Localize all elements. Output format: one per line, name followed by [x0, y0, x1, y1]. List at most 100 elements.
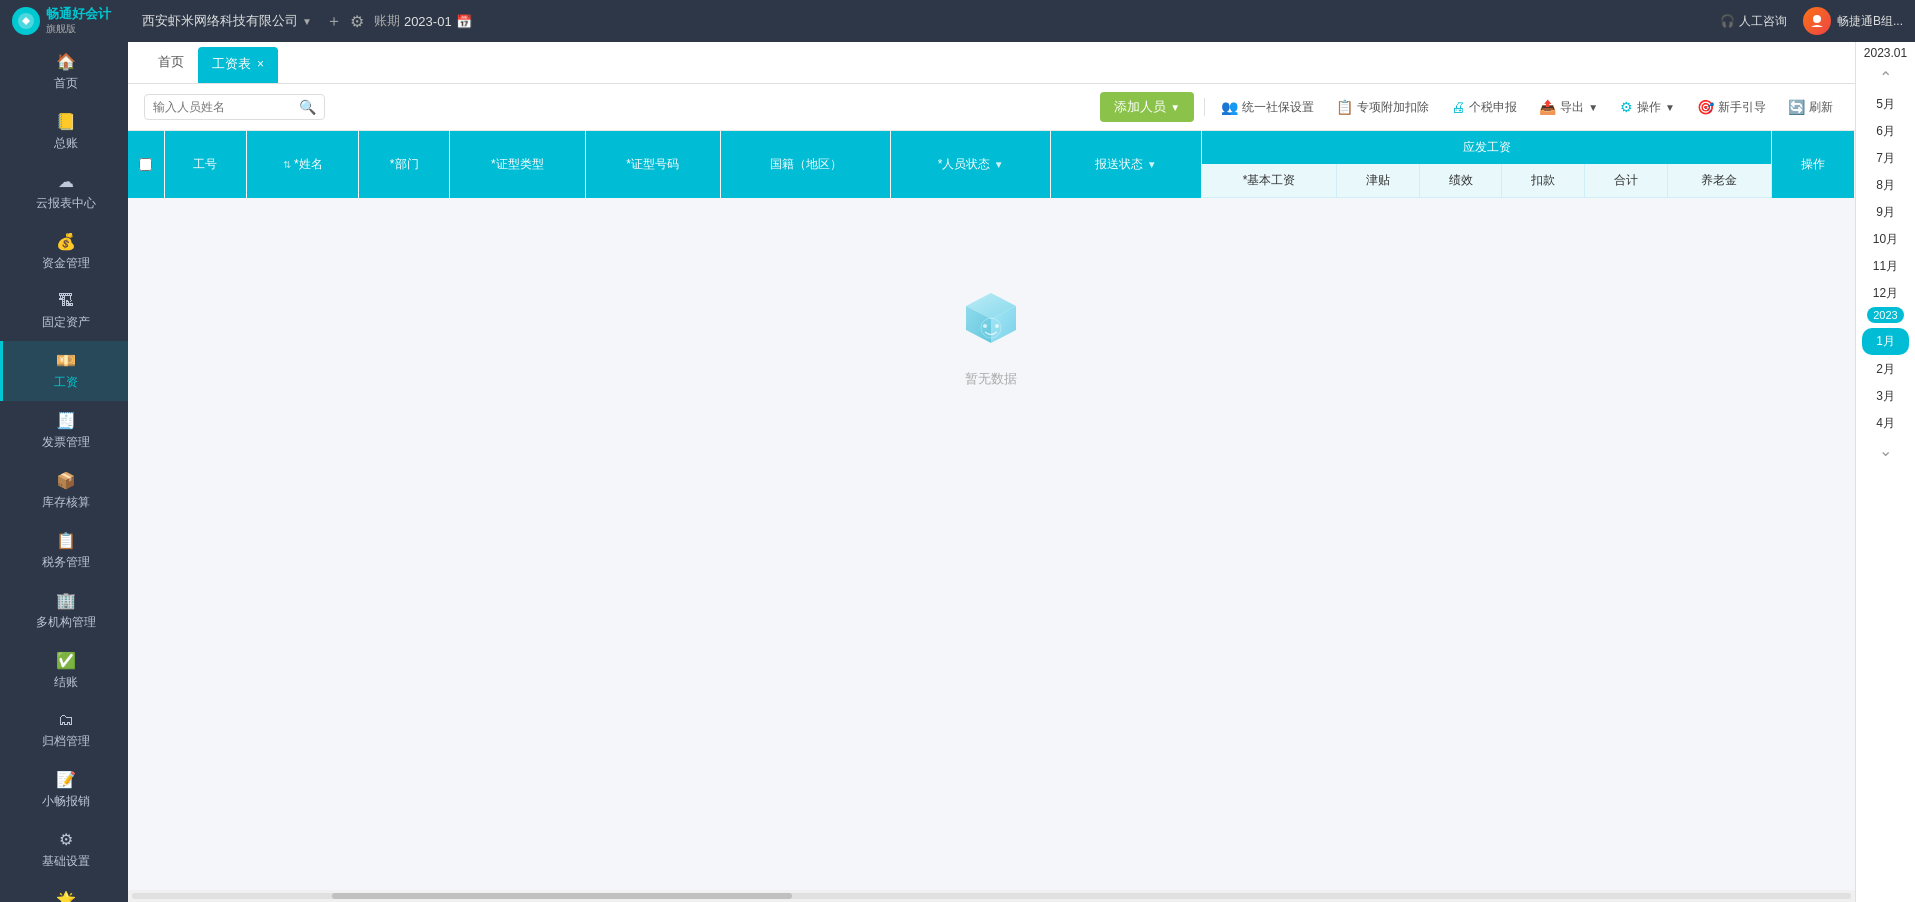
divider-1: [1204, 98, 1205, 116]
month-item-12[interactable]: 12月: [1856, 280, 1915, 307]
month-item-8[interactable]: 8月: [1856, 172, 1915, 199]
archive-icon: 🗂: [58, 711, 74, 729]
month-item-9[interactable]: 9月: [1856, 199, 1915, 226]
svg-point-1: [1813, 15, 1821, 23]
sidebar-item-archive[interactable]: 🗂 归档管理: [0, 701, 128, 760]
sidebar-item-salary[interactable]: 💴 工资: [0, 341, 128, 401]
special-deduct-label: 专项附加扣除: [1357, 99, 1429, 116]
tax-apply-action[interactable]: 🖨 个税申报: [1445, 95, 1523, 120]
sidebar-label-invoice: 发票管理: [42, 434, 90, 451]
settle-icon: ✅: [56, 651, 76, 670]
sidebar-label-archive: 归档管理: [42, 733, 90, 750]
th-person-status: *人员状态 ▼: [891, 131, 1051, 198]
sidebar-item-settings[interactable]: ⚙ 基础设置: [0, 820, 128, 880]
th-country: 国籍（地区）: [720, 131, 891, 198]
tab-home[interactable]: 首页: [144, 42, 198, 84]
year-badge[interactable]: 2023: [1867, 307, 1903, 323]
newbie-guide-action[interactable]: 🎯 新手引导: [1691, 95, 1772, 120]
sidebar-label-settings: 基础设置: [42, 853, 90, 870]
bottom-scrollbar[interactable]: [128, 890, 1855, 902]
month-item-7[interactable]: 7月: [1856, 145, 1915, 172]
th-id-number: *证型号码: [585, 131, 720, 198]
month-item-6[interactable]: 6月: [1856, 118, 1915, 145]
invoice-icon: 🧾: [56, 411, 76, 430]
right-date-panel: 2023.01 ⌃ 5月 6月 7月 8月 9月 10月 11月 12月 202…: [1855, 42, 1915, 902]
headset-icon: 🎧: [1720, 14, 1735, 28]
search-box: 🔍: [144, 94, 325, 120]
sidebar-label-tax: 税务管理: [42, 554, 90, 571]
app-subtitle: 旗舰版: [46, 22, 111, 36]
company-selector[interactable]: 西安虾米网络科技有限公司 ▼: [142, 12, 312, 30]
scroll-down-icon[interactable]: ⌄: [1875, 437, 1896, 464]
operate-action[interactable]: ⚙ 操作 ▼: [1614, 95, 1681, 120]
sidebar-item-multi[interactable]: 🏢 多机构管理: [0, 581, 128, 641]
refresh-action[interactable]: 🔄 刷新: [1782, 95, 1839, 120]
social-security-icon: 👥: [1221, 99, 1238, 115]
th-base-salary: *基本工资: [1202, 164, 1337, 198]
th-salary-group: 应发工资: [1202, 131, 1772, 164]
user-name: 畅捷通B组...: [1837, 13, 1903, 30]
guide-icon: 🌟: [56, 890, 76, 902]
empty-text: 暂无数据: [965, 370, 1017, 388]
month-item-3[interactable]: 3月: [1856, 383, 1915, 410]
empty-state: 暂无数据: [128, 198, 1855, 468]
export-action[interactable]: 📤 导出 ▼: [1533, 95, 1604, 120]
sidebar-label-expense: 小畅报销: [42, 793, 90, 810]
tab-close-icon[interactable]: ×: [257, 57, 264, 71]
scroll-up-icon[interactable]: ⌃: [1875, 64, 1896, 91]
period-value: 2023-01: [404, 14, 452, 29]
sidebar-item-tax[interactable]: 📋 税务管理: [0, 521, 128, 581]
salary-table: 工号 ⇅ *姓名 *部门 *证型类型 *证型号码 国籍（地区） *人员状态 ▼ …: [128, 131, 1855, 468]
search-icon: 🔍: [299, 99, 316, 115]
month-item-2[interactable]: 2月: [1856, 356, 1915, 383]
sidebar-label-ledger: 总账: [54, 135, 78, 152]
export-dropdown-icon: ▼: [1588, 102, 1598, 113]
current-period-title: 2023.01: [1864, 46, 1907, 60]
search-input[interactable]: [153, 100, 293, 114]
calendar-icon[interactable]: 📅: [456, 14, 472, 29]
tab-salary-label: 工资表: [212, 55, 251, 73]
table-wrapper: 工号 ⇅ *姓名 *部门 *证型类型 *证型号码 国籍（地区） *人员状态 ▼ …: [128, 131, 1855, 890]
month-item-11[interactable]: 11月: [1856, 253, 1915, 280]
operate-label: 操作: [1637, 99, 1661, 116]
user-area: 畅捷通B组...: [1803, 7, 1903, 35]
period-label: 账期: [374, 12, 400, 30]
sidebar-item-inventory[interactable]: 📦 库存核算: [0, 461, 128, 521]
tab-salary-table[interactable]: 工资表 ×: [198, 47, 278, 83]
sidebar-item-asset[interactable]: 🏗 固定资产: [0, 282, 128, 341]
sidebar-item-settle[interactable]: ✅ 结账: [0, 641, 128, 701]
month-item-5[interactable]: 5月: [1856, 91, 1915, 118]
sidebar-item-expense[interactable]: 📝 小畅报销: [0, 760, 128, 820]
sidebar-item-guide[interactable]: 🌟 新手引导: [0, 880, 128, 902]
th-allowance: 津贴: [1337, 164, 1420, 198]
operate-dropdown-icon: ▼: [1665, 102, 1675, 113]
sidebar-item-cloud[interactable]: ☁ 云报表中心: [0, 162, 128, 222]
month-item-1-active[interactable]: 1月: [1862, 328, 1909, 355]
sidebar-item-fund[interactable]: 💰 资金管理: [0, 222, 128, 282]
sidebar-label-inventory: 库存核算: [42, 494, 90, 511]
month-item-4[interactable]: 4月: [1856, 410, 1915, 437]
sidebar-item-invoice[interactable]: 🧾 发票管理: [0, 401, 128, 461]
ledger-icon: 📒: [56, 112, 76, 131]
add-dropdown-arrow: ▼: [1170, 102, 1180, 113]
expense-icon: 📝: [56, 770, 76, 789]
sidebar-item-ledger[interactable]: 📒 总账: [0, 102, 128, 162]
sidebar-label-home: 首页: [54, 75, 78, 92]
add-person-button[interactable]: 添加人员 ▼: [1100, 92, 1194, 122]
add-icon[interactable]: ＋: [326, 11, 342, 32]
sidebar-item-home[interactable]: 🏠 首页: [0, 42, 128, 102]
settings-icon[interactable]: ⚙: [350, 12, 364, 31]
special-deduct-action[interactable]: 📋 专项附加扣除: [1330, 95, 1435, 120]
social-security-label: 统一社保设置: [1242, 99, 1314, 116]
scroll-thumb[interactable]: [332, 893, 792, 899]
user-avatar: [1803, 7, 1831, 35]
tax-apply-icon: 🖨: [1451, 99, 1465, 115]
select-all-th[interactable]: [128, 131, 164, 198]
service-label: 人工咨询: [1739, 13, 1787, 30]
month-item-10[interactable]: 10月: [1856, 226, 1915, 253]
service-button[interactable]: 🎧 人工咨询: [1720, 13, 1787, 30]
refresh-icon: 🔄: [1788, 99, 1805, 115]
empty-row: 暂无数据: [128, 198, 1855, 469]
social-security-action[interactable]: 👥 统一社保设置: [1215, 95, 1320, 120]
select-all-checkbox[interactable]: [139, 158, 152, 171]
